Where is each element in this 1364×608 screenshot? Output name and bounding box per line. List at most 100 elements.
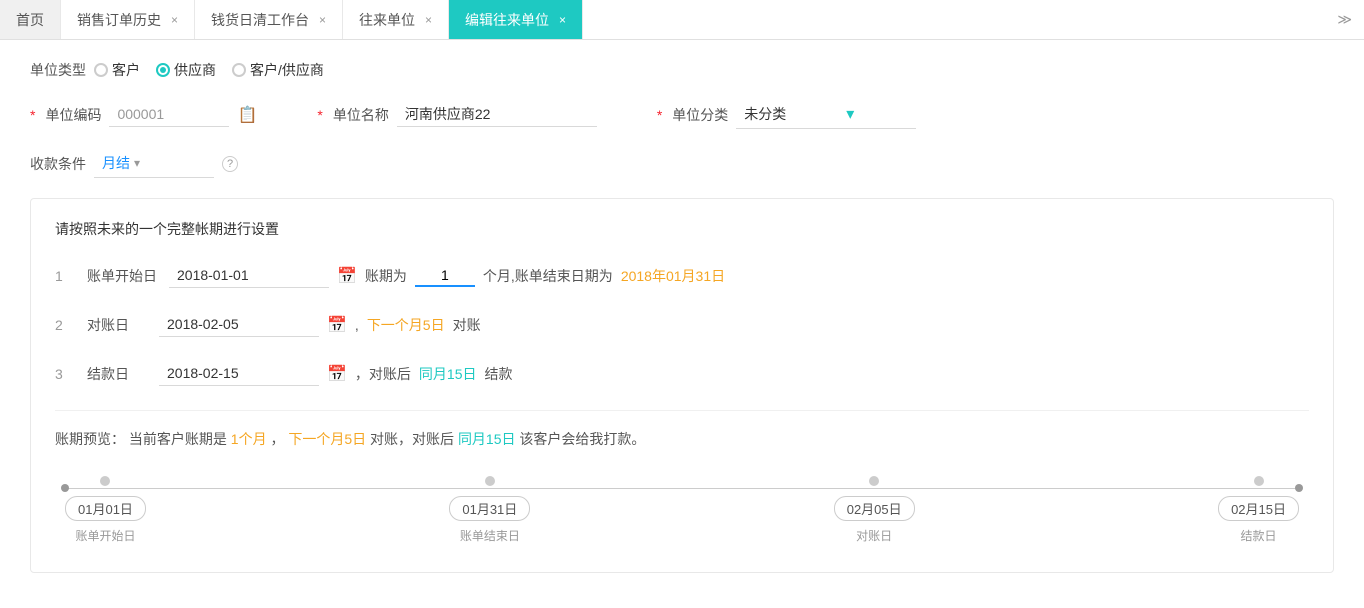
- unit-category-group: * 单位分类 未分类 ▾: [657, 100, 916, 129]
- preview-text-3: 对账，对账后: [370, 431, 454, 447]
- tab-expand-button[interactable]: ≫: [1325, 0, 1364, 39]
- unit-category-arrow: ▾: [846, 104, 854, 124]
- step-2-calendar-icon[interactable]: 📅: [327, 315, 347, 335]
- radio-both-circle: [232, 63, 246, 77]
- step-3-prefix: ，对账后: [355, 364, 411, 384]
- tab-bar: 首页 销售订单历史 × 钱货日清工作台 × 往来单位 × 编辑往来单位 × ≫: [0, 0, 1364, 40]
- unit-category-label: 单位分类: [672, 105, 728, 125]
- unit-name-group: * 单位名称: [317, 102, 596, 127]
- preview-text: 账期预览： 当前客户账期是 1个月 ， 下一个月5日 对账，对账后 同月15日 …: [55, 427, 1309, 452]
- unit-type-row: 单位类型 客户 供应商 客户/供应商: [30, 60, 1334, 80]
- radio-both[interactable]: 客户/供应商: [232, 60, 324, 80]
- payment-select[interactable]: 月结 ▾: [94, 149, 214, 178]
- radio-customer[interactable]: 客户: [94, 60, 140, 80]
- unit-code-group: * 单位编码 📋: [30, 102, 257, 127]
- tab-home-label: 首页: [16, 10, 44, 30]
- timeline-dot-1: [100, 476, 110, 486]
- preview-highlight2: 下一个月5日: [288, 431, 366, 447]
- unit-type-radio-group: 客户 供应商 客户/供应商: [94, 60, 324, 80]
- tab-edit-partner-label: 编辑往来单位: [465, 10, 549, 30]
- step-1-label: 账单开始日: [87, 266, 157, 286]
- preview-text-4: 该客户会给我打款。: [519, 431, 645, 447]
- timeline-points: 01月01日 账单开始日 01月31日 账单结束日: [65, 476, 1299, 544]
- preview-label: 账期预览：: [55, 431, 125, 447]
- timeline-label-2: 账单结束日: [460, 527, 520, 544]
- radio-supplier[interactable]: 供应商: [156, 60, 216, 80]
- unit-code-label: 单位编码: [45, 105, 101, 125]
- tab-sales-history-label: 销售订单历史: [77, 10, 161, 30]
- step-1-date-input[interactable]: [169, 263, 329, 288]
- step-2-prefix: ,: [355, 317, 359, 333]
- step-2-number: 2: [55, 317, 75, 333]
- unit-code-input[interactable]: [109, 102, 229, 127]
- step-1-calendar-icon[interactable]: 📅: [337, 266, 357, 286]
- unit-name-input[interactable]: [397, 102, 597, 127]
- timeline-badge-3: 02月05日: [834, 496, 915, 521]
- expand-icon: ≫: [1337, 11, 1352, 28]
- payment-help-icon[interactable]: ?: [222, 156, 238, 172]
- panel-title: 请按照未来的一个完整帐期进行设置: [55, 219, 1309, 239]
- step-3-highlight: 同月15日: [419, 364, 477, 384]
- payment-value: 月结: [102, 153, 130, 173]
- timeline-label-4: 结款日: [1241, 527, 1277, 544]
- timeline-badge-1: 01月01日: [65, 496, 146, 521]
- timeline-point-4: 02月15日 结款日: [1218, 476, 1299, 544]
- radio-supplier-circle: [156, 63, 170, 77]
- unit-info-row: * 单位编码 📋 * 单位名称 * 单位分类 未分类 ▾: [30, 100, 1334, 129]
- step-3-label: 结款日: [87, 364, 147, 384]
- tab-home[interactable]: 首页: [0, 0, 61, 39]
- unit-code-star: *: [30, 107, 35, 123]
- tab-partner-label: 往来单位: [359, 10, 415, 30]
- tab-partner-close[interactable]: ×: [425, 13, 432, 27]
- tab-sales-history-close[interactable]: ×: [171, 13, 178, 27]
- unit-name-label: 单位名称: [333, 105, 389, 125]
- payment-row: 收款条件 月结 ▾ ?: [30, 149, 1334, 178]
- unit-name-star: *: [317, 107, 322, 123]
- radio-customer-label: 客户: [112, 60, 140, 80]
- timeline-point-3: 02月05日 对账日: [834, 476, 915, 544]
- step-2-row: 2 对账日 📅 , 下一个月5日 对账: [55, 312, 1309, 337]
- timeline-dot-4: [1254, 476, 1264, 486]
- step-3-input-group: 📅 ，对账后 同月15日 结款: [159, 361, 513, 386]
- unit-category-value: 未分类: [744, 104, 786, 124]
- timeline-point-1: 01月01日 账单开始日: [65, 476, 146, 544]
- step-2-highlight: 下一个月5日: [367, 315, 445, 335]
- unit-category-select[interactable]: 未分类 ▾: [736, 100, 916, 129]
- step-3-date-input[interactable]: [159, 361, 319, 386]
- step-3-calendar-icon[interactable]: 📅: [327, 364, 347, 384]
- main-content: 单位类型 客户 供应商 客户/供应商 * 单位编码: [0, 40, 1364, 608]
- radio-supplier-label: 供应商: [174, 60, 216, 80]
- unit-category-star: *: [657, 107, 662, 123]
- step-3-number: 3: [55, 366, 75, 382]
- unit-type-label: 单位类型: [30, 60, 86, 80]
- step-2-date-input[interactable]: [159, 312, 319, 337]
- payment-group: 收款条件 月结 ▾ ?: [30, 149, 238, 178]
- timeline-badge-2: 01月31日: [449, 496, 530, 521]
- step-3-suffix: 结款: [485, 364, 513, 384]
- step-2-suffix: 对账: [453, 315, 481, 335]
- tab-cash-work[interactable]: 钱货日清工作台 ×: [195, 0, 343, 39]
- unit-code-calendar-icon[interactable]: 📋: [237, 105, 257, 125]
- period-input[interactable]: [415, 265, 475, 287]
- timeline-point-2: 01月31日 账单结束日: [449, 476, 530, 544]
- timeline-container: 01月01日 账单开始日 01月31日 账单结束日: [55, 476, 1309, 544]
- tab-cash-work-close[interactable]: ×: [319, 13, 326, 27]
- tab-sales-history[interactable]: 销售订单历史 ×: [61, 0, 195, 39]
- step-1-number: 1: [55, 268, 75, 284]
- timeline-label-1: 账单开始日: [75, 527, 135, 544]
- preview-highlight3: 同月15日: [458, 431, 516, 447]
- step-1-end-date: 2018年01月31日: [621, 266, 725, 286]
- settings-panel: 请按照未来的一个完整帐期进行设置 1 账单开始日 📅 账期为 个月,账单结束日期…: [30, 198, 1334, 573]
- tab-cash-work-label: 钱货日清工作台: [211, 10, 309, 30]
- tab-edit-partner[interactable]: 编辑往来单位 ×: [449, 0, 583, 39]
- timeline-badge-4: 02月15日: [1218, 496, 1299, 521]
- timeline-dot-2: [485, 476, 495, 486]
- step-3-row: 3 结款日 📅 ，对账后 同月15日 结款: [55, 361, 1309, 386]
- preview-text-1: 当前客户账期是: [129, 431, 227, 447]
- step-1-suffix-before: 账期为: [365, 266, 407, 286]
- tab-partner[interactable]: 往来单位 ×: [343, 0, 449, 39]
- radio-both-label: 客户/供应商: [250, 60, 324, 80]
- step-2-label: 对账日: [87, 315, 147, 335]
- step-1-suffix-after: 个月,账单结束日期为: [483, 266, 613, 286]
- tab-edit-partner-close[interactable]: ×: [559, 13, 566, 27]
